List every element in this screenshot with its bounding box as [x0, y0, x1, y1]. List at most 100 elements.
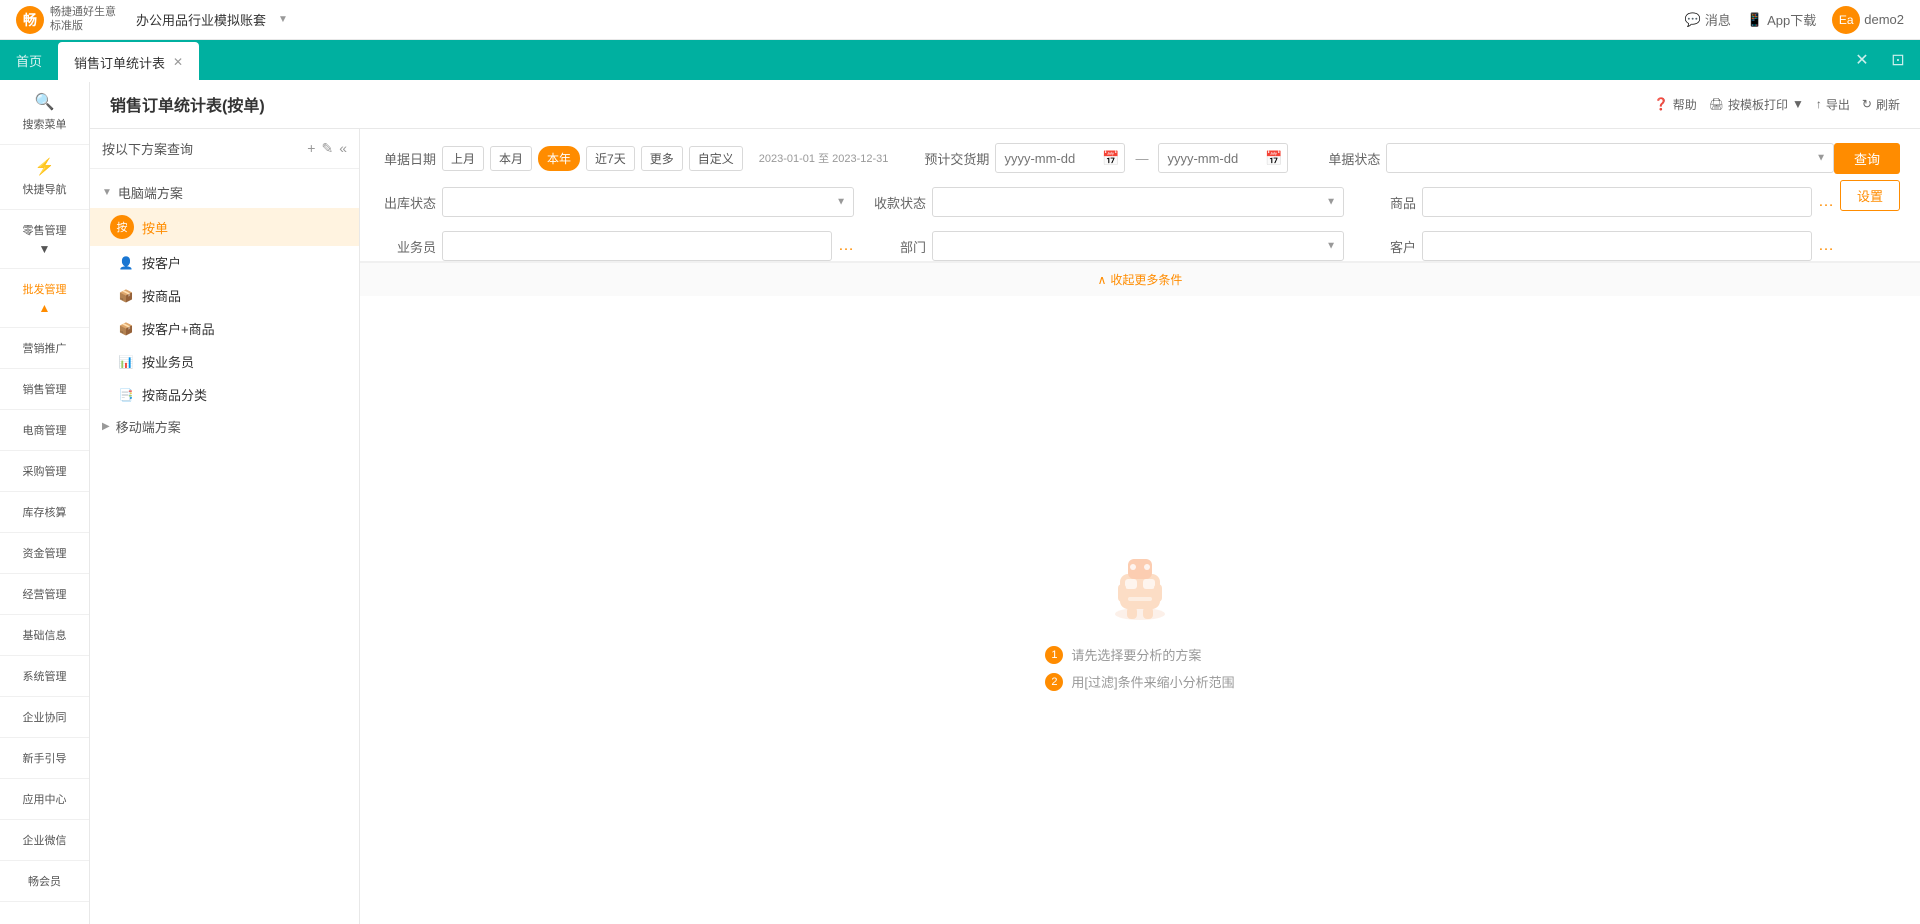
- empty-state: 1 请先选择要分析的方案 2 用[过滤]条件来缩小分析范围: [360, 296, 1920, 924]
- tab-maximize-button[interactable]: ⊡: [1884, 46, 1912, 74]
- department-filter-group: 部门 ▼: [870, 231, 1344, 261]
- mobile-scheme-group-header[interactable]: ▶ 移动端方案: [90, 411, 359, 442]
- sidebar: 🔍 搜索菜单 ⚡ 快捷导航 零售管理 ▼ 批发管理 ▲ 营销推广 销售管理 电商…: [0, 80, 90, 924]
- print-dropdown-icon: ▼: [1792, 97, 1804, 111]
- message-icon: 💬: [1685, 12, 1701, 28]
- print-icon: 🖨: [1709, 97, 1724, 111]
- product-input[interactable]: [1422, 187, 1812, 217]
- collapse-panel-button[interactable]: «: [339, 140, 347, 157]
- scheme-item-by-category[interactable]: 📑 按商品分类: [90, 378, 359, 411]
- content-body: 按以下方案查询 + ✎ « ▼ 电脑端方案: [90, 129, 1920, 924]
- message-button[interactable]: 💬 消息: [1685, 10, 1731, 29]
- empty-tip-2: 2 用[过滤]条件来缩小分析范围: [1045, 672, 1234, 691]
- empty-tip-1: 1 请先选择要分析的方案: [1045, 645, 1234, 664]
- expected-delivery-end-wrapper: 📅: [1158, 143, 1288, 173]
- customer-input[interactable]: [1422, 231, 1812, 261]
- customer-more-button[interactable]: …: [1818, 237, 1834, 255]
- selected-dot: 按: [110, 215, 134, 239]
- left-panel-actions: + ✎ «: [307, 140, 347, 157]
- doc-status-group: 单据状态 ▼: [1324, 143, 1834, 173]
- pc-scheme-group-header[interactable]: ▼ 电脑端方案: [90, 177, 359, 208]
- page-area: 销售订单统计表(按单) ❓ 帮助 🖨 按模板打印 ▼ ↑ 导出 ↻ 刷新: [90, 80, 1920, 924]
- collapse-bar[interactable]: ∧ 收起更多条件: [360, 262, 1920, 296]
- filter-fields: 单据日期 上月 本月 本年 近7天 更多 自定义 2023-01-01 至 20…: [360, 129, 1834, 261]
- salesperson-more-button[interactable]: …: [838, 237, 854, 255]
- top-bar: 畅 畅捷通好生意 标准版 办公用品行业模拟账套 ▼ 💬 消息 📱 App下载 E…: [0, 0, 1920, 40]
- sidebar-item-finance[interactable]: 资金管理: [0, 533, 89, 574]
- help-icon: ❓: [1654, 97, 1669, 111]
- tab-bar-actions: ✕ ⊡: [1848, 46, 1920, 74]
- sidebar-item-inventory[interactable]: 库存核算: [0, 492, 89, 533]
- add-scheme-button[interactable]: +: [307, 140, 315, 157]
- sidebar-item-marketing[interactable]: 营销推广: [0, 328, 89, 369]
- help-button[interactable]: ❓ 帮助: [1654, 96, 1697, 113]
- calendar-end-icon: 📅: [1265, 150, 1282, 167]
- scheme-section: ▼ 电脑端方案 按 按单 👤 按客户: [90, 169, 359, 450]
- date-btn-last-month[interactable]: 上月: [442, 146, 484, 171]
- calendar-start-icon: 📅: [1102, 150, 1119, 167]
- page-title: 销售订单统计表(按单): [110, 92, 265, 128]
- scheme-item-by-salesperson[interactable]: 📊 按业务员: [90, 345, 359, 378]
- department-select[interactable]: [932, 231, 1344, 261]
- sidebar-item-newbie[interactable]: 新手引导: [0, 738, 89, 779]
- salesperson-input[interactable]: [442, 231, 832, 261]
- app-title-dropdown[interactable]: ▼: [278, 14, 288, 25]
- doc-status-select[interactable]: [1386, 143, 1834, 173]
- sidebar-item-purchase[interactable]: 采购管理: [0, 451, 89, 492]
- wholesale-arrow-icon: ▲: [39, 301, 51, 315]
- sidebar-item-enterprise-wechat[interactable]: 企业微信: [0, 820, 89, 861]
- filter-row-2: 出库状态 ▼ 收款状态: [380, 187, 1834, 217]
- doc-status-select-wrapper: ▼: [1386, 143, 1834, 173]
- date-btn-more[interactable]: 更多: [641, 146, 683, 171]
- template-print-button[interactable]: 🖨 按模板打印 ▼: [1709, 96, 1804, 113]
- tab-close-all-button[interactable]: ✕: [1848, 46, 1876, 74]
- date-btn-this-year[interactable]: 本年: [538, 146, 580, 171]
- pc-scheme-group: ▼ 电脑端方案 按 按单 👤 按客户: [90, 177, 359, 411]
- sidebar-item-wholesale[interactable]: 批发管理 ▲: [0, 269, 89, 328]
- date-btn-last-7-days[interactable]: 近7天: [586, 146, 635, 171]
- app-download-button[interactable]: 📱 App下载: [1747, 10, 1816, 29]
- refresh-button[interactable]: ↻ 刷新: [1862, 96, 1900, 113]
- product-more-button[interactable]: …: [1818, 193, 1834, 211]
- sidebar-item-app-center[interactable]: 应用中心: [0, 779, 89, 820]
- filter-row-1: 单据日期 上月 本月 本年 近7天 更多 自定义 2023-01-01 至 20…: [380, 143, 1834, 173]
- sidebar-item-basic[interactable]: 基础信息: [0, 615, 89, 656]
- tab-sales-order-stats[interactable]: 销售订单统计表 ✕: [58, 42, 199, 82]
- scheme-item-by-product[interactable]: 📦 按商品: [90, 279, 359, 312]
- sidebar-item-system[interactable]: 系统管理: [0, 656, 89, 697]
- sidebar-item-search[interactable]: 🔍 搜索菜单: [0, 80, 89, 145]
- tab-close-icon[interactable]: ✕: [173, 55, 183, 69]
- edit-scheme-button[interactable]: ✎: [321, 140, 333, 157]
- user-avatar: Ea: [1832, 6, 1860, 34]
- logo-icon: 畅: [16, 6, 44, 34]
- sidebar-item-retail[interactable]: 零售管理 ▼: [0, 210, 89, 269]
- date-range-display: 2023-01-01 至 2023-12-31: [759, 150, 889, 166]
- tab-home[interactable]: 首页: [0, 40, 58, 80]
- scheme-item-by-customer[interactable]: 👤 按客户: [90, 246, 359, 279]
- out-status-select[interactable]: [442, 187, 854, 217]
- salesperson-scheme-icon: 📊: [118, 354, 134, 370]
- scheme-item-by-order[interactable]: 按 按单: [90, 208, 359, 246]
- sidebar-item-sales[interactable]: 销售管理: [0, 369, 89, 410]
- date-btn-this-month[interactable]: 本月: [490, 146, 532, 171]
- sidebar-item-member[interactable]: 畅会员: [0, 861, 89, 902]
- sidebar-item-quick-nav[interactable]: ⚡ 快捷导航: [0, 145, 89, 210]
- payment-status-select[interactable]: [932, 187, 1344, 217]
- scheme-item-by-customer-product[interactable]: 📦 按客户+商品: [90, 312, 359, 345]
- date-btn-custom[interactable]: 自定义: [689, 146, 743, 171]
- date-filter-group: 单据日期 上月 本月 本年 近7天 更多 自定义: [380, 146, 743, 171]
- sidebar-item-ecommerce[interactable]: 电商管理: [0, 410, 89, 451]
- retail-arrow-icon: ▼: [39, 242, 51, 256]
- department-select-wrapper: ▼: [932, 231, 1344, 261]
- user-menu-button[interactable]: Ea demo2: [1832, 6, 1904, 34]
- out-status-select-wrapper: ▼: [442, 187, 854, 217]
- customer-scheme-icon: 👤: [118, 255, 134, 271]
- settings-button[interactable]: 设置: [1840, 180, 1900, 211]
- sidebar-item-enterprise[interactable]: 企业协同: [0, 697, 89, 738]
- sidebar-item-operations[interactable]: 经营管理: [0, 574, 89, 615]
- search-icon: 🔍: [35, 92, 55, 112]
- product-scheme-icon: 📦: [118, 288, 134, 304]
- query-button[interactable]: 查询: [1834, 143, 1900, 174]
- expected-delivery-group: 预计交货期 📅 — 📅: [924, 143, 1288, 173]
- export-button[interactable]: ↑ 导出: [1816, 96, 1850, 113]
